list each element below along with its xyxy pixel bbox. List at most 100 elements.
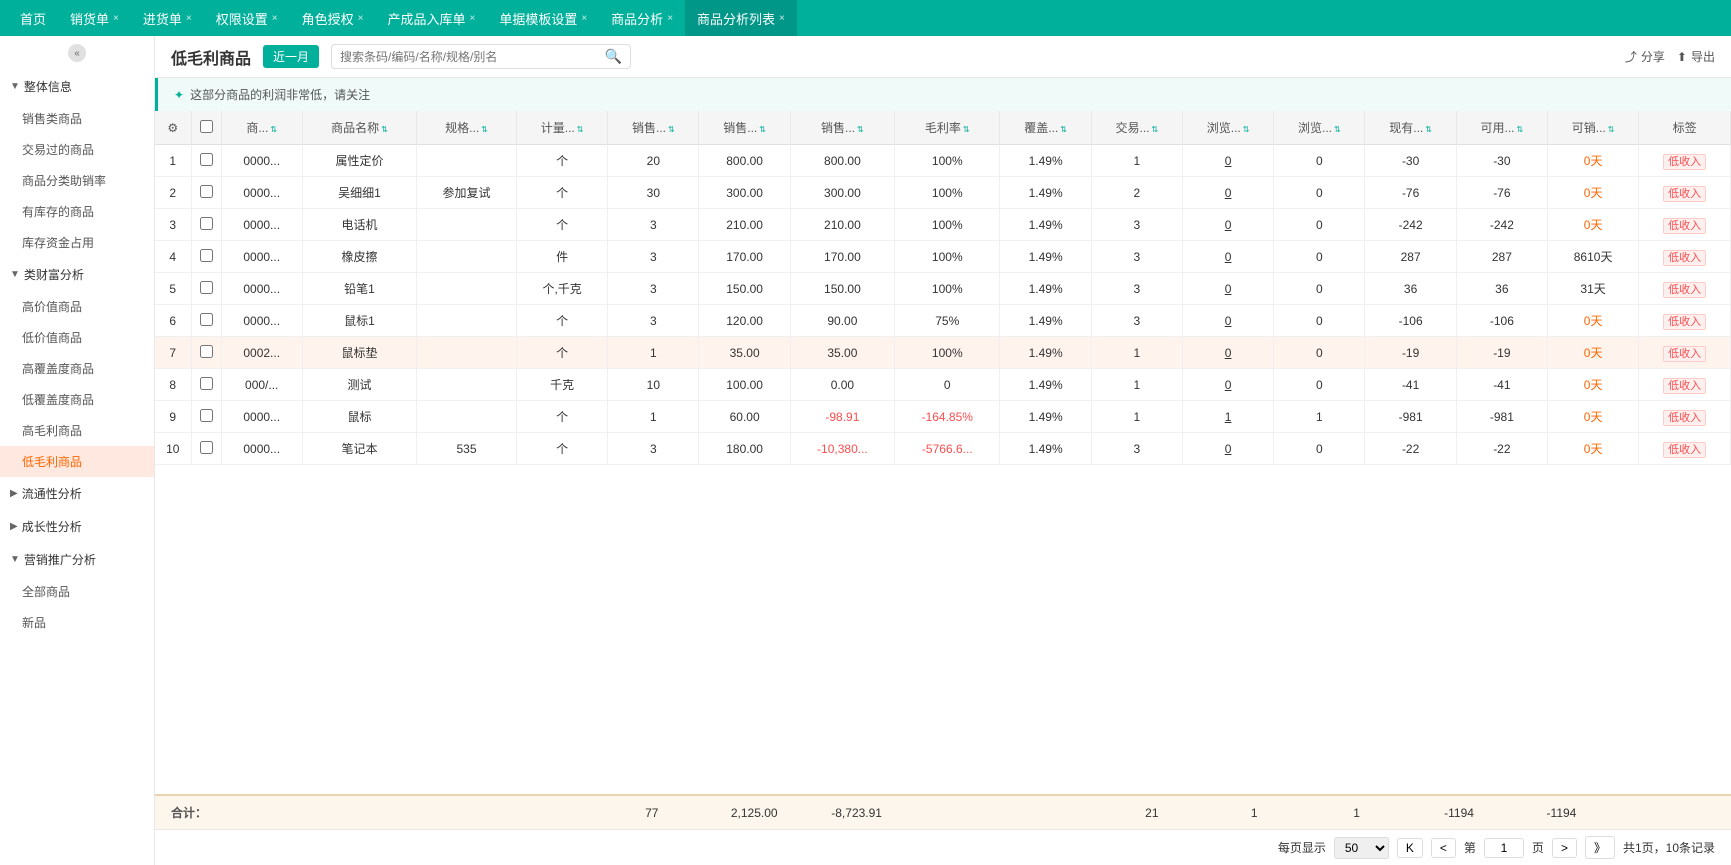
row-checkbox-cell[interactable] — [191, 305, 221, 337]
nav-role[interactable]: 角色授权 × — [290, 0, 376, 36]
sort-icon-b2[interactable]: ⇅ — [1334, 125, 1341, 134]
sidebar-item-high-value[interactable]: 高价值商品 — [0, 291, 154, 322]
row-checkbox-cell[interactable] — [191, 433, 221, 465]
sort-icon-tx[interactable]: ⇅ — [1152, 125, 1159, 134]
row-checkbox[interactable] — [200, 441, 213, 454]
sort-icon-sell[interactable]: ⇅ — [1608, 125, 1615, 134]
close-product-analysis-tab[interactable]: × — [667, 13, 673, 24]
sidebar-item-low-coverage[interactable]: 低覆盖度商品 — [0, 384, 154, 415]
sidebar-item-low-margin[interactable]: 低毛利商品 — [0, 446, 154, 477]
row-checkbox[interactable] — [200, 345, 213, 358]
row-checkbox[interactable] — [200, 249, 213, 262]
last-page-btn[interactable]: 》 — [1585, 836, 1615, 859]
nav-sales[interactable]: 销货单 × — [58, 0, 131, 36]
sort-icon-b1[interactable]: ⇅ — [1243, 125, 1250, 134]
row-checkbox[interactable] — [200, 153, 213, 166]
sort-icon-name[interactable]: ⇅ — [381, 125, 388, 134]
row-checkbox-cell[interactable] — [191, 209, 221, 241]
sort-icon-avail[interactable]: ⇅ — [1517, 125, 1524, 134]
nav-home[interactable]: 首页 — [8, 0, 58, 36]
sidebar-item-high-coverage[interactable]: 高覆盖度商品 — [0, 353, 154, 384]
period-button[interactable]: 近一月 — [263, 45, 319, 68]
row-checkbox[interactable] — [200, 185, 213, 198]
sidebar-item-all-products[interactable]: 全部商品 — [0, 576, 154, 607]
sidebar-group-wealth[interactable]: ▼ 类财富分析 — [0, 258, 154, 291]
row-checkbox[interactable] — [200, 409, 213, 422]
sort-icon-s2[interactable]: ⇅ — [759, 125, 766, 134]
row-checkbox-cell[interactable] — [191, 145, 221, 177]
next-page-btn[interactable]: > — [1552, 838, 1577, 858]
row-browse1[interactable]: 0 — [1182, 433, 1273, 465]
sort-icon-spec[interactable]: ⇅ — [481, 125, 488, 134]
row-sales3: -98.91 — [790, 401, 894, 433]
row-browse1[interactable]: 0 — [1182, 241, 1273, 273]
row-browse1[interactable]: 0 — [1182, 305, 1273, 337]
sidebar-item-sales-products[interactable]: 销售类商品 — [0, 103, 154, 134]
sidebar-group-overall[interactable]: ▼ 整体信息 — [0, 70, 154, 103]
sort-icon-gr[interactable]: ⇅ — [963, 125, 970, 134]
collapse-sidebar-btn[interactable]: « — [68, 44, 86, 62]
row-browse1[interactable]: 0 — [1182, 273, 1273, 305]
sidebar-group-growth[interactable]: ▶ 成长性分析 — [0, 510, 154, 543]
sidebar-group-flow[interactable]: ▶ 流通性分析 — [0, 477, 154, 510]
row-checkbox[interactable] — [200, 313, 213, 326]
row-checkbox-cell[interactable] — [191, 177, 221, 209]
close-sales-tab[interactable]: × — [113, 13, 119, 24]
col-checkbox[interactable] — [191, 111, 221, 145]
page-input[interactable] — [1484, 838, 1524, 858]
first-page-btn[interactable]: K — [1397, 838, 1423, 858]
close-product-analysis-list-tab[interactable]: × — [779, 13, 785, 24]
close-product-warehouse-tab[interactable]: × — [469, 13, 475, 24]
sort-icon-unit[interactable]: ⇅ — [577, 125, 584, 134]
nav-purchase[interactable]: 进货单 × — [131, 0, 204, 36]
row-checkbox-cell[interactable] — [191, 369, 221, 401]
row-checkbox[interactable] — [200, 281, 213, 294]
close-role-tab[interactable]: × — [358, 13, 364, 24]
row-browse1[interactable]: 0 — [1182, 209, 1273, 241]
row-browse1[interactable]: 0 — [1182, 369, 1273, 401]
nav-product-analysis[interactable]: 商品分析 × — [599, 0, 685, 36]
row-available: -106 — [1456, 305, 1547, 337]
sidebar-group-marketing[interactable]: ▼ 营销推广分析 — [0, 543, 154, 576]
sidebar-item-inventory-products[interactable]: 有库存的商品 — [0, 196, 154, 227]
row-checkbox-cell[interactable] — [191, 241, 221, 273]
close-permission-tab[interactable]: × — [272, 13, 278, 24]
row-checkbox[interactable] — [200, 217, 213, 230]
row-browse1[interactable]: 1 — [1182, 401, 1273, 433]
sidebar-item-category-assist[interactable]: 商品分类助销率 — [0, 165, 154, 196]
row-checkbox-cell[interactable] — [191, 273, 221, 305]
row-checkbox-cell[interactable] — [191, 337, 221, 369]
close-template-tab[interactable]: × — [581, 13, 587, 24]
sidebar-item-low-value[interactable]: 低价值商品 — [0, 322, 154, 353]
sort-icon-cov[interactable]: ⇅ — [1060, 125, 1067, 134]
export-button[interactable]: ⬆ 导出 — [1677, 48, 1715, 65]
sort-icon[interactable]: ⇅ — [270, 125, 277, 134]
sort-icon-cur[interactable]: ⇅ — [1425, 125, 1432, 134]
close-purchase-tab[interactable]: × — [186, 13, 192, 24]
row-available: -41 — [1456, 369, 1547, 401]
sidebar-item-traded-products[interactable]: 交易过的商品 — [0, 134, 154, 165]
row-browse1[interactable]: 0 — [1182, 177, 1273, 209]
nav-template[interactable]: 单据模板设置 × — [487, 0, 599, 36]
search-icon[interactable]: 🔍 — [605, 48, 622, 65]
sidebar-item-high-margin[interactable]: 高毛利商品 — [0, 415, 154, 446]
col-settings[interactable]: ⚙ — [155, 111, 191, 145]
share-button[interactable]: ⤴ 分享 — [1625, 48, 1665, 65]
header-actions: ⤴ 分享 ⬆ 导出 — [1625, 48, 1715, 65]
nav-product-warehouse[interactable]: 产成品入库单 × — [375, 0, 487, 36]
select-all-checkbox[interactable] — [200, 120, 213, 133]
sort-icon-s1[interactable]: ⇅ — [668, 125, 675, 134]
page-size-select[interactable]: 50 20 100 — [1334, 837, 1389, 859]
row-checkbox[interactable] — [200, 377, 213, 390]
sidebar-item-capital-usage[interactable]: 库存资金占用 — [0, 227, 154, 258]
sidebar-item-new-products[interactable]: 新品 — [0, 607, 154, 638]
search-input[interactable] — [340, 50, 605, 64]
sort-icon-s3[interactable]: ⇅ — [857, 125, 864, 134]
row-browse1[interactable]: 0 — [1182, 145, 1273, 177]
prev-page-btn[interactable]: < — [1431, 838, 1456, 858]
nav-product-analysis-list[interactable]: 商品分析列表 × — [685, 0, 797, 36]
row-browse1[interactable]: 0 — [1182, 337, 1273, 369]
row-checkbox-cell[interactable] — [191, 401, 221, 433]
nav-permission[interactable]: 权限设置 × — [204, 0, 290, 36]
page-title: 低毛利商品 — [171, 45, 251, 69]
